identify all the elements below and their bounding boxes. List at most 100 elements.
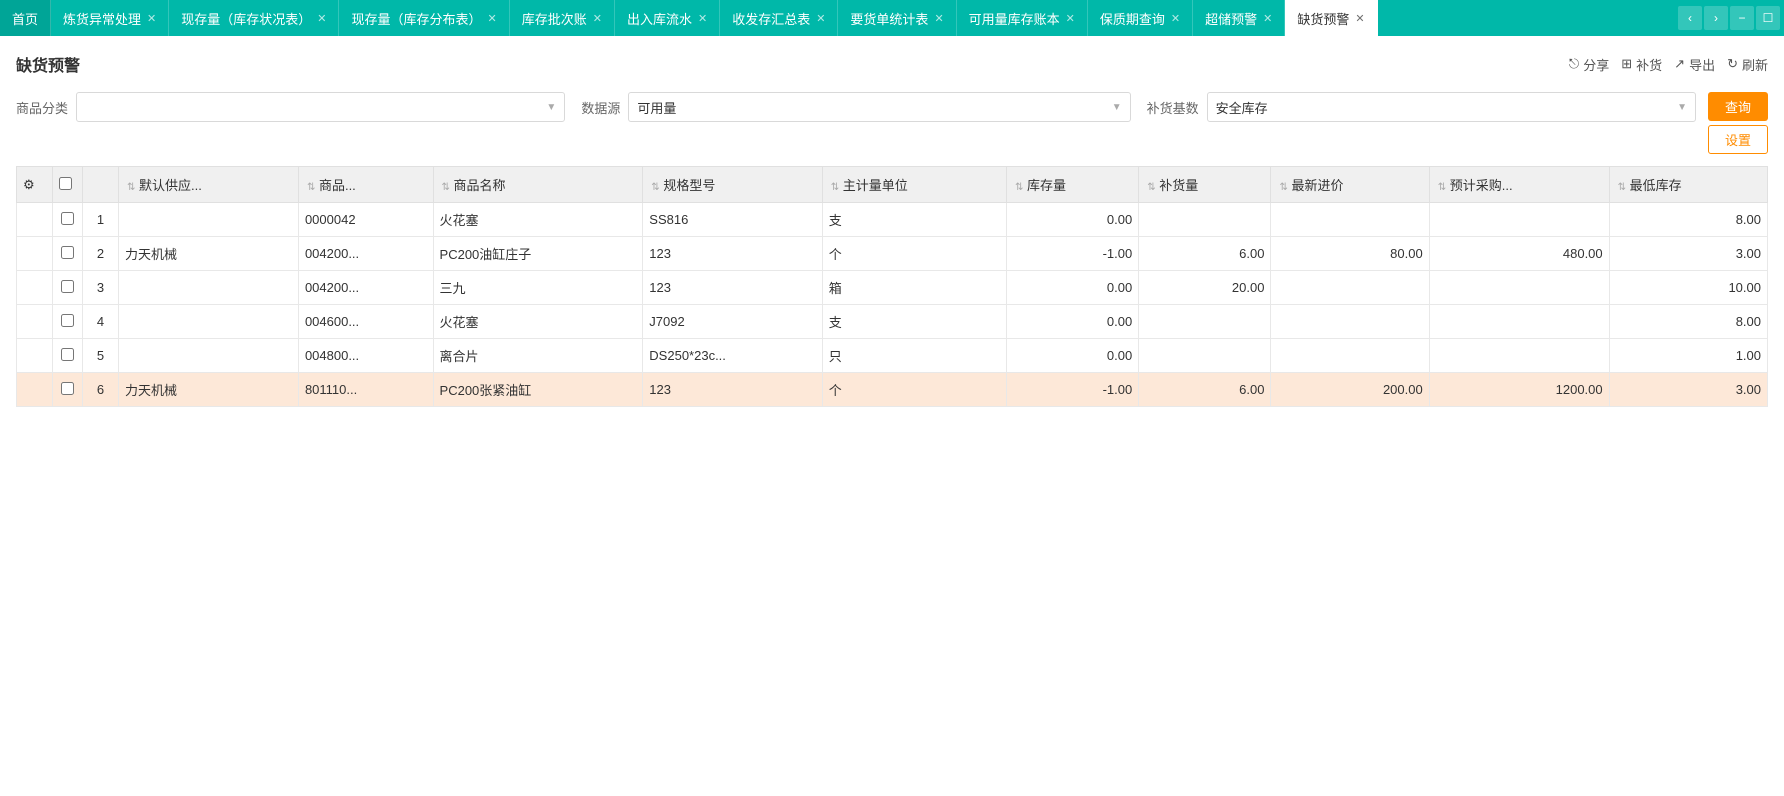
table-row: 5 004800... 离合片 DS250*23c... 只 0.00 1.00: [17, 339, 1768, 373]
row-unit-cell: 个: [822, 237, 1006, 271]
tab-receive-summary[interactable]: 收发存汇总表 ✕: [720, 0, 838, 36]
sort-min-stock-icon[interactable]: ⇅: [1618, 182, 1626, 193]
tab-close-available-ledger[interactable]: ✕: [1066, 12, 1075, 25]
row-unit-cell: 箱: [822, 271, 1006, 305]
tab-close-overstock[interactable]: ✕: [1263, 12, 1272, 25]
sort-replenish-icon[interactable]: ⇅: [1147, 182, 1155, 193]
row-index-cell: 2: [83, 237, 119, 271]
tab-inventory-status[interactable]: 现存量（库存状况表） ✕: [169, 0, 339, 36]
tab-abnormal[interactable]: 炼货异常处理 ✕: [51, 0, 169, 36]
tab-close-batch-account[interactable]: ✕: [593, 12, 602, 25]
row-gear-cell: [17, 203, 53, 237]
row-checkbox-5[interactable]: [61, 382, 74, 395]
tab-shortage[interactable]: 缺货预警 ✕: [1285, 0, 1377, 36]
tab-bar: 首页 炼货异常处理 ✕ 现存量（库存状况表） ✕ 现存量（库存分布表） ✕ 库存…: [0, 0, 1784, 36]
row-replenish-qty-cell: 6.00: [1139, 373, 1271, 407]
category-label: 商品分类: [16, 98, 68, 117]
tab-close-abnormal[interactable]: ✕: [147, 12, 156, 25]
row-estimated-purchase-cell: 480.00: [1429, 237, 1609, 271]
sort-supplier-icon[interactable]: ⇅: [127, 182, 135, 193]
select-all-checkbox[interactable]: [59, 177, 72, 190]
tab-in-out-flow[interactable]: 出入库流水 ✕: [615, 0, 720, 36]
settings-button[interactable]: 设置: [1708, 125, 1768, 154]
row-checkbox-2[interactable]: [61, 280, 74, 293]
row-checkbox-4[interactable]: [61, 348, 74, 361]
table-row: 3 004200... 三九 123 箱 0.00 20.00 10.00: [17, 271, 1768, 305]
row-spec-cell: 123: [643, 373, 822, 407]
tab-prev-button[interactable]: ‹: [1678, 6, 1702, 30]
restock-base-dropdown-icon: ▼: [1677, 102, 1687, 113]
table-row: 6 力天机械 801110... PC200张紧油缸 123 个 -1.00 6…: [17, 373, 1768, 407]
tab-close-in-out-flow[interactable]: ✕: [698, 12, 707, 25]
row-replenish-qty-cell: 20.00: [1139, 271, 1271, 305]
datasource-filter: 数据源 可用量 ▼: [581, 92, 1130, 122]
row-latest-price-cell: [1271, 203, 1429, 237]
row-estimated-purchase-cell: 1200.00: [1429, 373, 1609, 407]
row-unit-cell: 支: [822, 203, 1006, 237]
tab-close-order-stats[interactable]: ✕: [934, 12, 943, 25]
export-action[interactable]: ↗ 导出: [1674, 55, 1715, 74]
row-min-stock-cell: 8.00: [1609, 305, 1767, 339]
table-row: 1 0000042 火花塞 SS816 支 0.00 8.00: [17, 203, 1768, 237]
row-stock-cell: -1.00: [1007, 373, 1139, 407]
restock-base-label: 补货基数: [1147, 98, 1199, 117]
row-replenish-qty-cell: [1139, 203, 1271, 237]
tab-batch-account[interactable]: 库存批次账 ✕: [510, 0, 615, 36]
sort-price-icon[interactable]: ⇅: [1279, 182, 1287, 193]
row-gear-cell: [17, 339, 53, 373]
tab-expiry-query[interactable]: 保质期查询 ✕: [1088, 0, 1193, 36]
row-checkbox-3[interactable]: [61, 314, 74, 327]
tab-home[interactable]: 首页: [0, 0, 51, 36]
col-header-latest-price: ⇅ 最新进价: [1271, 167, 1429, 203]
gear-settings-icon[interactable]: ⚙: [23, 177, 35, 192]
row-replenish-qty-cell: 6.00: [1139, 237, 1271, 271]
tab-minimize-button[interactable]: −: [1730, 6, 1754, 30]
tab-available-ledger[interactable]: 可用量库存账本 ✕: [957, 0, 1088, 36]
header-actions: ⎋ 分享 ⊞ 补货 ↗ 导出 ↻ 刷新: [1569, 55, 1768, 74]
tab-maximize-button[interactable]: ☐: [1756, 6, 1780, 30]
restock-base-filter: 补货基数 安全库存 ▼: [1147, 92, 1696, 122]
share-icon: ⎋: [1569, 56, 1579, 72]
replenish-action[interactable]: ⊞ 补货: [1621, 55, 1662, 74]
share-action[interactable]: ⎋ 分享: [1569, 55, 1609, 74]
tab-close-shortage[interactable]: ✕: [1355, 12, 1364, 25]
sort-estimated-icon[interactable]: ⇅: [1438, 182, 1446, 193]
row-checkbox-cell: [53, 305, 83, 339]
row-index-cell: 6: [83, 373, 119, 407]
tab-close-receive-summary[interactable]: ✕: [816, 12, 825, 25]
tab-close-inventory-status[interactable]: ✕: [317, 12, 326, 25]
row-unit-cell: 只: [822, 339, 1006, 373]
tab-next-button[interactable]: ›: [1704, 6, 1728, 30]
col-header-replenish-qty: ⇅ 补货量: [1139, 167, 1271, 203]
row-latest-price-cell: [1271, 305, 1429, 339]
sort-name-icon[interactable]: ⇅: [442, 182, 450, 193]
row-spec-cell: DS250*23c...: [643, 339, 822, 373]
row-estimated-purchase-cell: [1429, 305, 1609, 339]
tab-close-inventory-dist[interactable]: ✕: [488, 12, 497, 25]
row-replenish-qty-cell: [1139, 305, 1271, 339]
refresh-action[interactable]: ↻ 刷新: [1727, 55, 1768, 74]
sort-stock-icon[interactable]: ⇅: [1015, 182, 1023, 193]
row-supplier-cell: 力天机械: [119, 237, 299, 271]
table-row: 2 力天机械 004200... PC200油缸庄子 123 个 -1.00 6…: [17, 237, 1768, 271]
sort-spec-icon[interactable]: ⇅: [651, 182, 659, 193]
row-supplier-cell: 力天机械: [119, 373, 299, 407]
row-gear-cell: [17, 373, 53, 407]
restock-base-select[interactable]: 安全库存 ▼: [1207, 92, 1696, 122]
row-gear-cell: [17, 237, 53, 271]
query-button[interactable]: 查询: [1708, 92, 1768, 121]
tab-order-stats[interactable]: 要货单统计表 ✕: [838, 0, 956, 36]
col-header-unit: ⇅ 主计量单位: [822, 167, 1006, 203]
tab-close-expiry-query[interactable]: ✕: [1171, 12, 1180, 25]
row-checkbox-cell: [53, 373, 83, 407]
datasource-select[interactable]: 可用量 ▼: [628, 92, 1130, 122]
row-checkbox-0[interactable]: [61, 212, 74, 225]
tab-overstock[interactable]: 超储预警 ✕: [1193, 0, 1285, 36]
row-checkbox-1[interactable]: [61, 246, 74, 259]
tab-inventory-dist[interactable]: 现存量（库存分布表） ✕: [339, 0, 509, 36]
sort-code-icon[interactable]: ⇅: [307, 182, 315, 193]
sort-unit-icon[interactable]: ⇅: [831, 182, 839, 193]
category-select[interactable]: ▼: [76, 92, 565, 122]
col-header-supplier: ⇅ 默认供应...: [119, 167, 299, 203]
table-row: 4 004600... 火花塞 J7092 支 0.00 8.00: [17, 305, 1768, 339]
